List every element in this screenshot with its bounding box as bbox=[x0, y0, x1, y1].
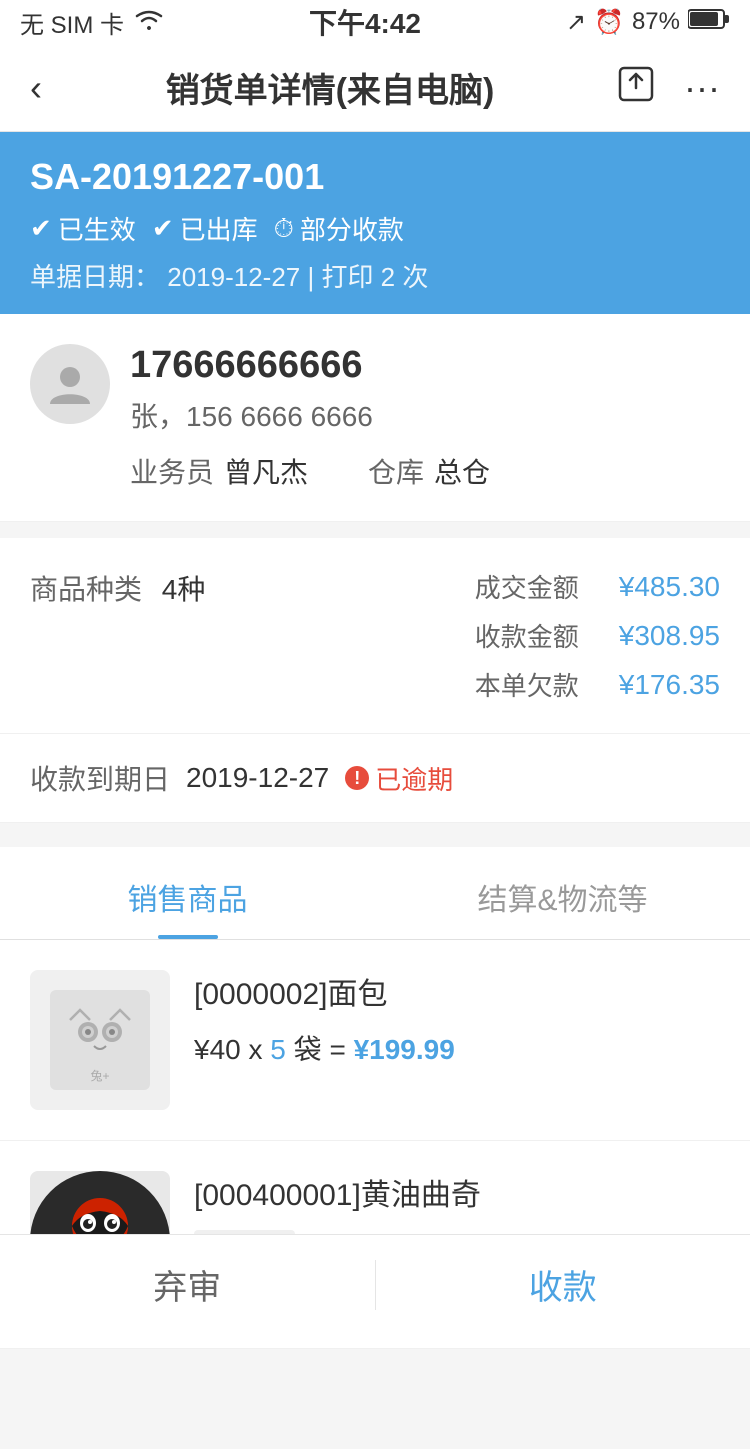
tabs-section: 销售商品 结算&物流等 bbox=[0, 847, 750, 940]
summary-left: 商品种类 4种 bbox=[30, 568, 205, 608]
status-payment: ⏱ 部分收款 bbox=[274, 210, 404, 247]
transaction-label: 成交金额 bbox=[475, 568, 579, 605]
signal-text: 无 SIM 卡 bbox=[20, 5, 124, 40]
transaction-value: ¥485.30 bbox=[619, 571, 720, 603]
product-image-bread: 兔+ bbox=[30, 970, 170, 1110]
warehouse-label: 仓库 bbox=[368, 451, 424, 491]
cancel-button[interactable]: 弃审 bbox=[0, 1240, 375, 1329]
alarm-icon: ⏰ bbox=[594, 8, 624, 37]
status-time: 下午4:42 bbox=[309, 2, 421, 42]
order-id: SA-20191227-001 bbox=[30, 156, 720, 198]
customer-phone: 17666666666 bbox=[130, 344, 720, 387]
status-effective: ✔ 已生效 bbox=[30, 210, 136, 247]
action-bar: 弃审 收款 bbox=[0, 1234, 750, 1334]
product-item: 兔+ [0000002]面包 ¥40 x 5 袋 = ¥199.99 bbox=[0, 940, 750, 1141]
more-icon[interactable]: ··· bbox=[684, 67, 720, 109]
product-name-bread: [0000002]面包 bbox=[194, 974, 720, 1016]
order-status-row: ✔ 已生效 ✔ 已出库 ⏱ 部分收款 bbox=[30, 210, 720, 247]
status-right: ↗ ⏰ 87% bbox=[566, 8, 730, 37]
product-kind-label: 商品种类 bbox=[30, 574, 142, 605]
order-date: 单据日期： 2019-12-27 | 打印 2 次 bbox=[30, 257, 720, 294]
due-date: 2019-12-27 bbox=[186, 762, 329, 794]
due-section: 收款到期日 2019-12-27 ! 已逾期 bbox=[0, 734, 750, 823]
overdue-badge: ! 已逾期 bbox=[345, 760, 453, 797]
check-icon-effective: ✔ bbox=[30, 213, 52, 244]
overdue-icon: ! bbox=[345, 766, 369, 790]
product-price-bread: ¥40 x 5 袋 = ¥199.99 bbox=[194, 1028, 720, 1068]
status-bar: 无 SIM 卡 下午4:42 ↗ ⏰ 87% bbox=[0, 0, 750, 44]
location-icon: ↗ bbox=[566, 8, 586, 37]
status-left: 无 SIM 卡 bbox=[20, 5, 164, 40]
received-label: 收款金额 bbox=[475, 617, 579, 654]
wifi-icon bbox=[134, 8, 164, 37]
due-label: 收款到期日 bbox=[30, 758, 170, 798]
divider-2 bbox=[0, 823, 750, 839]
order-banner: SA-20191227-001 ✔ 已生效 ✔ 已出库 ⏱ 部分收款 单据日期：… bbox=[0, 132, 750, 314]
received-value: ¥308.95 bbox=[619, 620, 720, 652]
battery-icon bbox=[688, 8, 730, 37]
summary-section: 商品种类 4种 成交金额 ¥485.30 收款金额 ¥308.95 本单欠款 ¥… bbox=[0, 538, 750, 733]
nav-bar: ‹ 销货单详情(来自电脑) ··· bbox=[0, 44, 750, 132]
warehouse-value: 总仓 bbox=[434, 451, 490, 491]
tabs-row: 销售商品 结算&物流等 bbox=[0, 847, 750, 939]
status-shipped: ✔ 已出库 bbox=[152, 210, 258, 247]
check-icon-shipped: ✔ bbox=[152, 213, 174, 244]
avatar bbox=[30, 344, 110, 424]
nav-title: 销货单详情(来自电脑) bbox=[166, 63, 495, 112]
tab-sales-products[interactable]: 销售商品 bbox=[0, 847, 375, 939]
received-row: 收款金额 ¥308.95 bbox=[475, 617, 720, 654]
debt-row: 本单欠款 ¥176.35 bbox=[475, 666, 720, 703]
debt-label: 本单欠款 bbox=[475, 666, 579, 703]
product-info-bread: [0000002]面包 ¥40 x 5 袋 = ¥199.99 bbox=[194, 970, 720, 1068]
customer-section: 17666666666 张，156 6666 6666 业务员 曾凡杰 仓库 总… bbox=[0, 314, 750, 522]
bottom-spacer bbox=[0, 1349, 750, 1449]
clock-icon: ⏱ bbox=[274, 213, 294, 245]
product-name-cookie: [000400001]黄油曲奇 bbox=[194, 1175, 720, 1217]
tab-settlement[interactable]: 结算&物流等 bbox=[375, 847, 750, 939]
transaction-row: 成交金额 ¥485.30 bbox=[475, 568, 720, 605]
overdue-text: 已逾期 bbox=[375, 760, 453, 797]
salesperson-info: 业务员 曾凡杰 bbox=[130, 451, 308, 491]
customer-meta: 业务员 曾凡杰 仓库 总仓 bbox=[130, 451, 720, 491]
customer-info: 17666666666 张，156 6666 6666 业务员 曾凡杰 仓库 总… bbox=[130, 344, 720, 491]
debt-value: ¥176.35 bbox=[619, 669, 720, 701]
product-kind-value: 4种 bbox=[162, 574, 206, 605]
summary-right: 成交金额 ¥485.30 收款金额 ¥308.95 本单欠款 ¥176.35 bbox=[475, 568, 720, 703]
divider-1 bbox=[0, 522, 750, 538]
warehouse-info: 仓库 总仓 bbox=[368, 451, 490, 491]
salesperson-value: 曾凡杰 bbox=[224, 451, 308, 491]
svg-text:兔+: 兔+ bbox=[90, 1068, 109, 1083]
share-icon[interactable] bbox=[618, 66, 654, 109]
battery-text: 87% bbox=[632, 8, 680, 36]
customer-name: 张，156 6666 6666 bbox=[130, 395, 720, 435]
confirm-button[interactable]: 收款 bbox=[376, 1240, 750, 1329]
salesperson-label: 业务员 bbox=[130, 451, 214, 491]
back-button[interactable]: ‹ bbox=[30, 67, 42, 109]
